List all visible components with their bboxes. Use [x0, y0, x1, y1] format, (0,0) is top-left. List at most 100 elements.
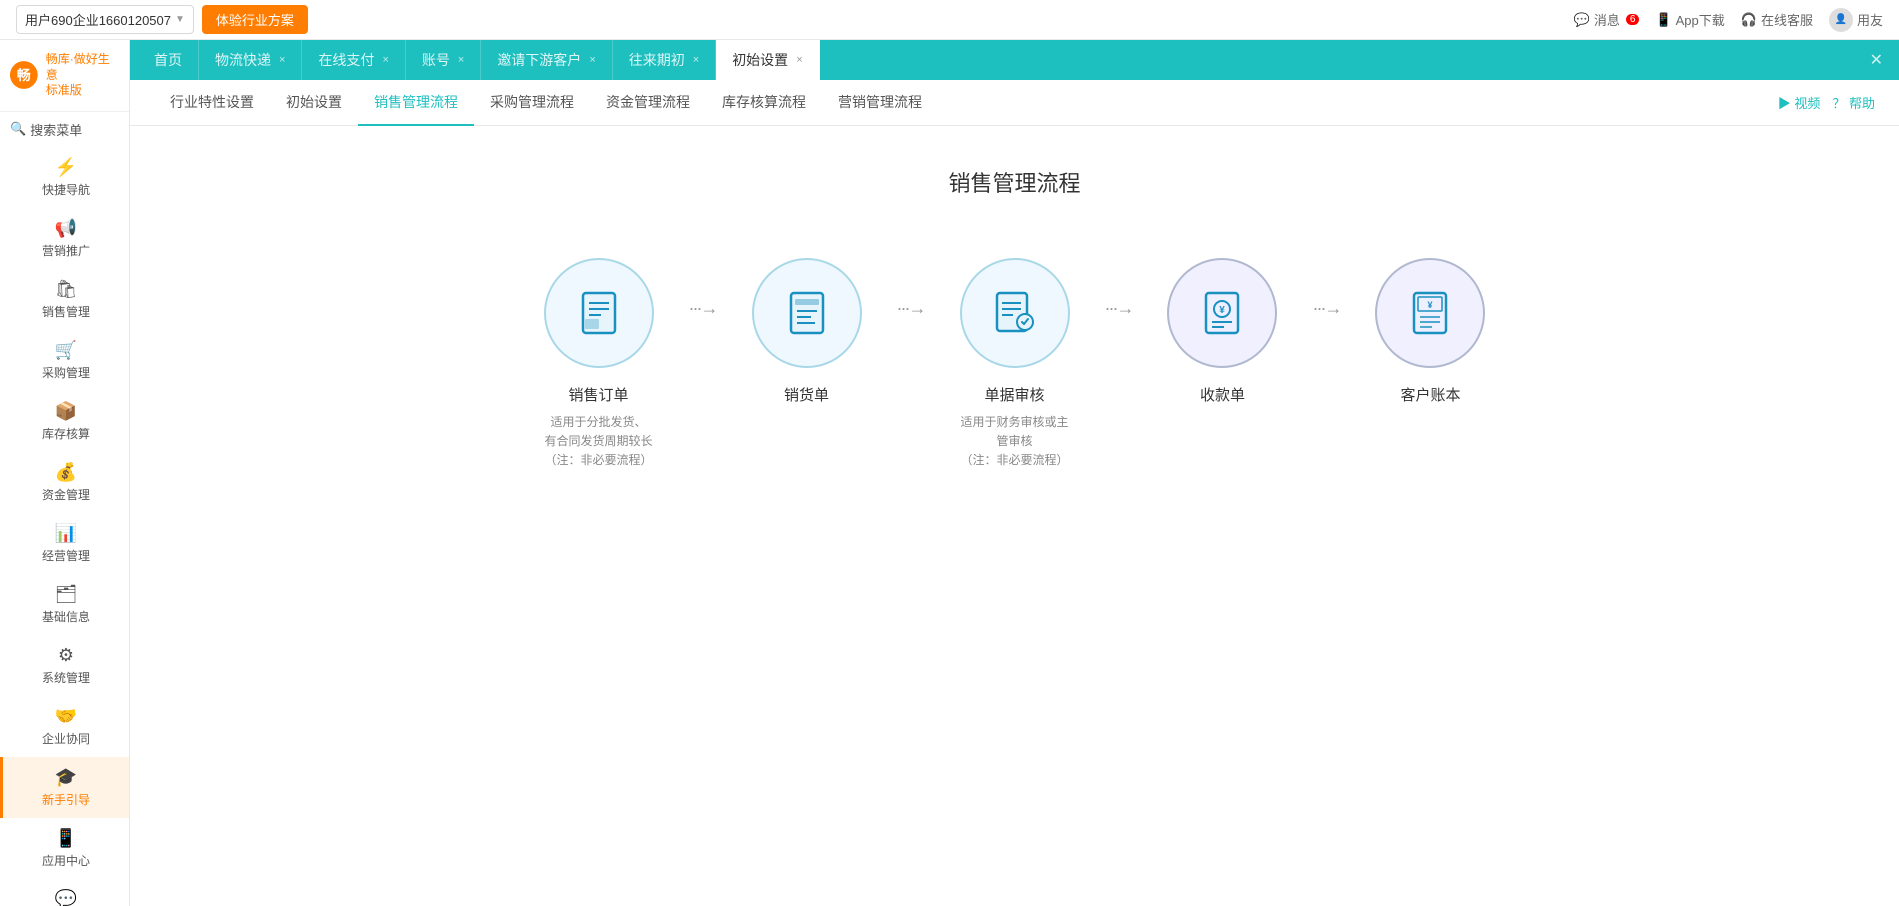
sub-tab-initial[interactable]: 初始设置 [270, 80, 358, 126]
arrow-1: ···→ [689, 258, 717, 319]
page-content: 行业特性设置 初始设置 销售管理流程 采购管理流程 资金管理流程 库存核算流程 … [130, 80, 1899, 906]
sidebar-logo: 畅 畅库·做好生意 标准版 [0, 40, 129, 112]
online-service-button[interactable]: 🎧 在线客服 [1741, 10, 1813, 29]
sidebar-item-operation-mgmt[interactable]: 📊 经营管理 [0, 513, 129, 574]
close-icon[interactable]: × [693, 54, 699, 66]
sidebar-item-system-mgmt[interactable]: ⚙ 系统管理 [0, 635, 129, 696]
tab-label: 往来期初 [629, 50, 685, 70]
logo-icon: 畅 [8, 59, 40, 91]
experience-button[interactable]: 体验行业方案 [202, 5, 308, 34]
sidebar-item-enterprise-wechat[interactable]: 💬 企业微信 [0, 879, 129, 906]
sub-tab-industry[interactable]: 行业特性设置 [154, 80, 270, 126]
svg-text:畅: 畅 [17, 67, 31, 83]
arrow-4: ···→ [1312, 258, 1340, 319]
search-icon: 🔍 [10, 121, 26, 137]
step-circle-doc-review[interactable] [960, 258, 1070, 368]
step-circle-sales-order[interactable] [544, 258, 654, 368]
sidebar-item-finance-mgmt[interactable]: 💰 资金管理 [0, 452, 129, 513]
tab-label: 物流快递 [215, 50, 271, 70]
sidebar-item-basic-info[interactable]: 🗂 基础信息 [0, 574, 129, 635]
close-all-tabs-button[interactable]: ✕ [1862, 50, 1891, 70]
tab-initial-period[interactable]: 往来期初 × [613, 40, 716, 80]
finance-icon: 💰 [55, 462, 77, 483]
headset-icon: 🎧 [1741, 12, 1757, 28]
marketing-icon: 📢 [55, 218, 77, 239]
doc-review-icon [989, 287, 1041, 339]
system-icon: ⚙ [58, 645, 74, 666]
step-name: 销售订单 [569, 384, 629, 405]
chevron-down-icon: ▼ [175, 14, 185, 25]
quick-nav-icon: ⚡ [55, 157, 77, 178]
flow-step-receipt: ¥ 收款单 [1132, 258, 1312, 413]
sidebar-item-label: 企业协同 [42, 730, 90, 747]
sub-tab-finance-flow[interactable]: 资金管理流程 [590, 80, 706, 126]
content-area: 首页 物流快递 × 在线支付 × 账号 × 邀请下游客户 × 往来期初 × [130, 40, 1899, 906]
help-link[interactable]: ？ 帮助 [1832, 93, 1875, 112]
sidebar-item-marketing-promo[interactable]: 📢 营销推广 [0, 208, 129, 269]
search-label: 搜索菜单 [30, 120, 82, 139]
close-icon[interactable]: × [279, 54, 285, 66]
step-name: 收款单 [1200, 384, 1245, 405]
svg-text:¥: ¥ [1220, 305, 1226, 316]
top-bar-right: 💬 消息 6 📱 App下载 🎧 在线客服 👤 用友 [1574, 8, 1883, 32]
video-link[interactable]: ▶ 视频 [1778, 93, 1821, 112]
sidebar-item-inventory[interactable]: 📦 库存核算 [0, 391, 129, 452]
flow-step-sales-invoice: 销货单 [717, 258, 897, 413]
user-label: 用户690企业1660120507 [25, 10, 171, 29]
enterprise-icon: 🤝 [55, 706, 77, 727]
sidebar-search[interactable]: 🔍 搜索菜单 [0, 112, 129, 147]
sidebar-item-enterprise-coop[interactable]: 🤝 企业协同 [0, 696, 129, 757]
operation-icon: 📊 [55, 523, 77, 544]
sidebar-item-label: 系统管理 [42, 669, 90, 686]
wechat-icon: 💬 [55, 889, 77, 906]
sidebar-item-label: 资金管理 [42, 486, 90, 503]
sub-tab-marketing-flow[interactable]: 营销管理流程 [822, 80, 938, 126]
logo-text: 畅库·做好生意 标准版 [46, 52, 121, 99]
sidebar-item-label: 采购管理 [42, 364, 90, 381]
close-icon[interactable]: × [589, 54, 595, 66]
step-circle-receipt[interactable]: ¥ [1167, 258, 1277, 368]
step-circle-customer-ledger[interactable]: ¥ [1375, 258, 1485, 368]
user-selector[interactable]: 用户690企业1660120507 ▼ [16, 5, 194, 34]
sidebar-item-app-center[interactable]: 📱 应用中心 [0, 818, 129, 879]
message-button[interactable]: 💬 消息 6 [1574, 10, 1640, 29]
sub-tab-sales-flow[interactable]: 销售管理流程 [358, 80, 474, 126]
sidebar-item-label: 新手引导 [42, 791, 90, 808]
sidebar-item-label: 营销推广 [42, 242, 90, 259]
tab-logistics[interactable]: 物流快递 × [199, 40, 302, 80]
tab-home[interactable]: 首页 [138, 40, 199, 80]
sub-tab-purchase-flow[interactable]: 采购管理流程 [474, 80, 590, 126]
sidebar-item-sales-mgmt[interactable]: 🛍 销售管理 [0, 269, 129, 330]
app-download-button[interactable]: 📱 App下载 [1655, 10, 1724, 29]
sidebar-items: ⚡ 快捷导航 📢 营销推广 🛍 销售管理 🛒 采购管理 📦 库存核算 💰 [0, 147, 129, 906]
close-icon[interactable]: × [458, 54, 464, 66]
sub-tab-inventory-flow[interactable]: 库存核算流程 [706, 80, 822, 126]
tab-payment[interactable]: 在线支付 × [302, 40, 405, 80]
flow-steps: 销售订单 适用于分批发货、有合同发货周期较长（注：非必要流程） ···→ [190, 258, 1839, 471]
close-icon[interactable]: × [382, 54, 388, 66]
tab-invite-customer[interactable]: 邀请下游客户 × [481, 40, 612, 80]
sidebar-item-label: 库存核算 [42, 425, 90, 442]
flow-step-customer-ledger: ¥ 客户账本 [1340, 258, 1520, 413]
step-name: 客户账本 [1400, 384, 1460, 405]
step-desc: 适用于财务审核或主管审核（注：非必要流程） [960, 413, 1068, 471]
sales-icon: 🛍 [55, 279, 78, 300]
step-circle-sales-invoice[interactable] [752, 258, 862, 368]
sidebar-item-label: 经营管理 [42, 547, 90, 564]
sidebar-item-label: 销售管理 [42, 303, 90, 320]
close-icon[interactable]: × [796, 54, 802, 66]
sidebar-item-newbie-guide[interactable]: 🎓 新手引导 [0, 757, 129, 818]
receipt-icon: ¥ [1196, 287, 1248, 339]
tab-label: 首页 [154, 50, 182, 70]
flow-step-sales-order: 销售订单 适用于分批发货、有合同发货周期较长（注：非必要流程） [509, 258, 689, 471]
app-center-icon: 📱 [55, 828, 77, 849]
tab-account[interactable]: 账号 × [406, 40, 481, 80]
sidebar-item-purchase-mgmt[interactable]: 🛒 采购管理 [0, 330, 129, 391]
sales-order-icon [573, 287, 625, 339]
user-profile-button[interactable]: 👤 用友 [1829, 8, 1883, 32]
online-service-label: 在线客服 [1761, 10, 1813, 29]
sidebar-item-quick-nav[interactable]: ⚡ 快捷导航 [0, 147, 129, 208]
sidebar: 畅 畅库·做好生意 标准版 🔍 搜索菜单 ⚡ 快捷导航 📢 营销推广 🛍 销售管… [0, 40, 130, 906]
tab-initial-settings[interactable]: 初始设置 × [716, 40, 819, 80]
flow-step-doc-review: 单据审核 适用于财务审核或主管审核（注：非必要流程） [925, 258, 1105, 471]
